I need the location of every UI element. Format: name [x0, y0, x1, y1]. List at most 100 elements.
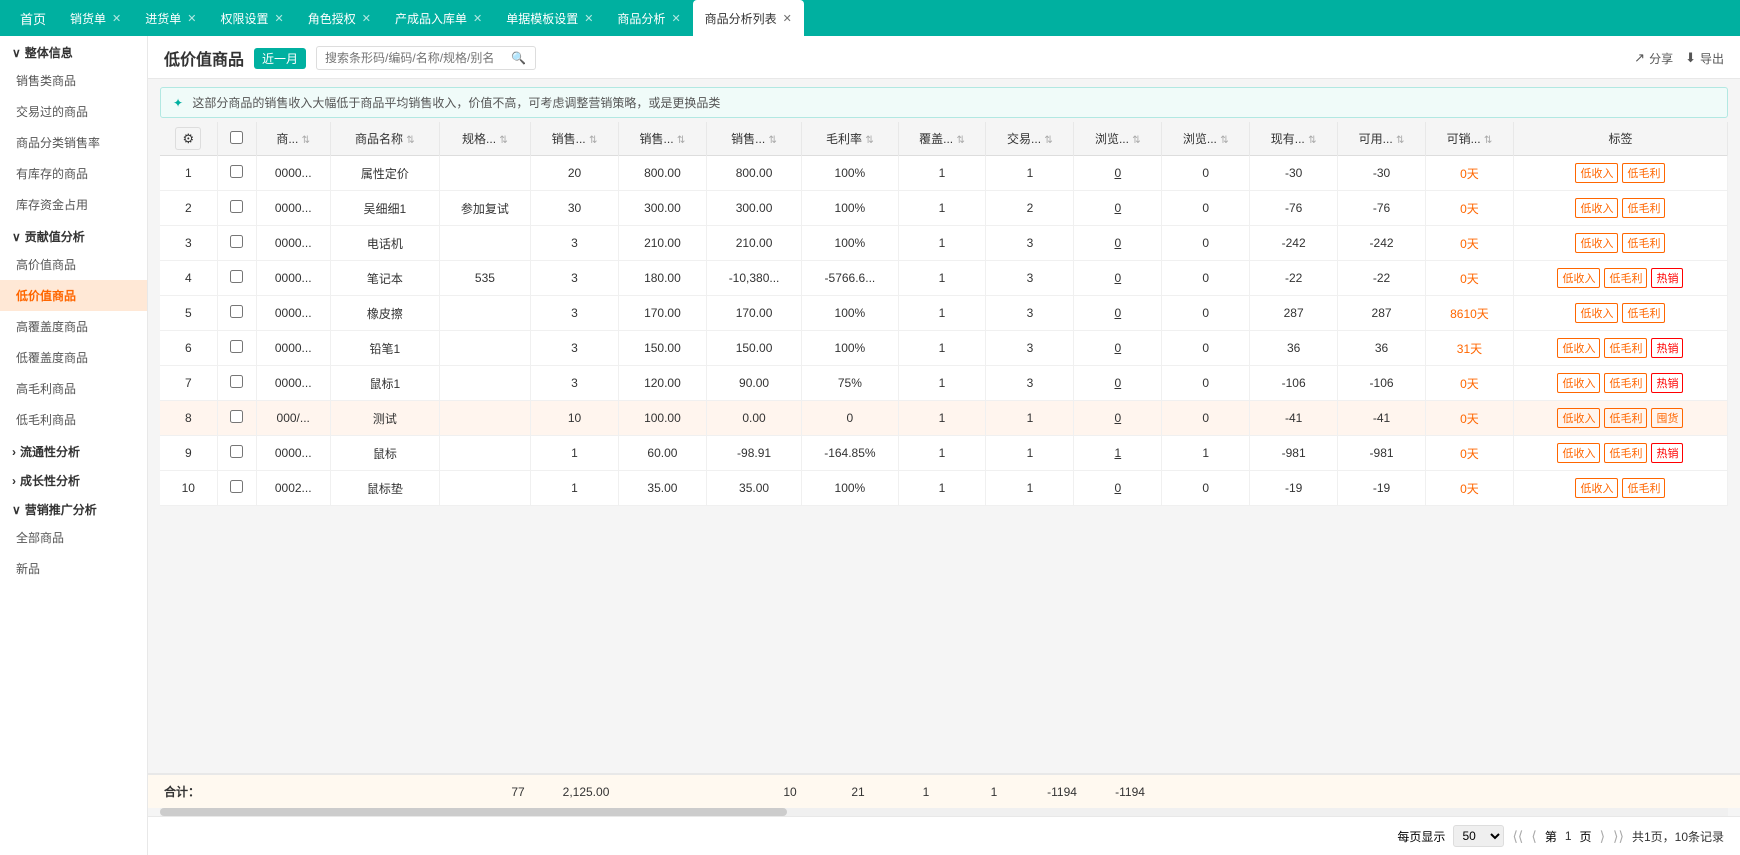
time-badge[interactable]: 近一月: [254, 48, 306, 69]
sidebar-item-traded-products[interactable]: 交易过的商品: [0, 96, 147, 127]
nav-product-analysis[interactable]: 商品分析 ✕: [605, 0, 692, 36]
cell-checkbox[interactable]: [217, 401, 256, 436]
search-icon[interactable]: 🔍: [511, 51, 526, 65]
col-sale-price[interactable]: 销售... ⇅: [618, 122, 706, 156]
close-product-analysis-list[interactable]: ✕: [783, 12, 792, 25]
col-browse2[interactable]: 浏览... ⇅: [1162, 122, 1250, 156]
col-sale-amount[interactable]: 销售... ⇅: [706, 122, 801, 156]
col-spec[interactable]: 规格... ⇅: [439, 122, 530, 156]
sidebar-item-high-coverage[interactable]: 高覆盖度商品: [0, 311, 147, 342]
col-saleable[interactable]: 可销... ⇅: [1426, 122, 1514, 156]
close-permission-settings[interactable]: ✕: [275, 12, 284, 25]
close-product-analysis[interactable]: ✕: [671, 12, 680, 25]
browse-link[interactable]: 1: [1114, 446, 1121, 460]
browse-link[interactable]: 0: [1114, 376, 1121, 390]
sidebar-group-overall[interactable]: ∨ 整体信息: [0, 36, 147, 65]
sidebar-item-low-coverage[interactable]: 低覆盖度商品: [0, 342, 147, 373]
nav-home[interactable]: 首页: [8, 0, 58, 36]
close-product-storage[interactable]: ✕: [473, 12, 482, 25]
horizontal-scrollbar[interactable]: [160, 808, 1728, 816]
row-checkbox[interactable]: [230, 235, 243, 248]
cell-checkbox[interactable]: [217, 191, 256, 226]
sidebar-group-marketing[interactable]: ∨ 营销推广分析: [0, 493, 147, 522]
cell-browse1[interactable]: 0: [1074, 331, 1162, 366]
gear-settings-icon[interactable]: ⚙: [175, 127, 201, 150]
row-checkbox[interactable]: [230, 165, 243, 178]
col-checkbox[interactable]: [217, 122, 256, 156]
row-checkbox[interactable]: [230, 340, 243, 353]
sidebar-group-growth[interactable]: › 成长性分析: [0, 464, 147, 493]
nav-product-analysis-list[interactable]: 商品分析列表 ✕: [693, 0, 804, 36]
browse-link[interactable]: 0: [1114, 306, 1121, 320]
col-transaction[interactable]: 交易... ⇅: [986, 122, 1074, 156]
nav-purchase-order[interactable]: 进货单 ✕: [133, 0, 208, 36]
browse-link[interactable]: 0: [1114, 236, 1121, 250]
cell-checkbox[interactable]: [217, 436, 256, 471]
row-checkbox[interactable]: [230, 480, 243, 493]
sidebar-item-stock-funds[interactable]: 库存资金占用: [0, 189, 147, 220]
cell-checkbox[interactable]: [217, 471, 256, 506]
sidebar-item-high-value[interactable]: 高价值商品: [0, 249, 147, 280]
col-coverage[interactable]: 覆盖... ⇅: [898, 122, 986, 156]
select-all-checkbox[interactable]: [230, 131, 243, 144]
nav-template-settings[interactable]: 单据模板设置 ✕: [494, 0, 605, 36]
browse-link[interactable]: 0: [1114, 481, 1121, 495]
next-page-button[interactable]: ⟩: [1600, 828, 1605, 845]
col-available[interactable]: 可用... ⇅: [1338, 122, 1426, 156]
col-current[interactable]: 现有... ⇅: [1250, 122, 1338, 156]
cell-browse1[interactable]: 0: [1074, 366, 1162, 401]
row-checkbox[interactable]: [230, 445, 243, 458]
sidebar-item-high-margin[interactable]: 高毛利商品: [0, 373, 147, 404]
cell-checkbox[interactable]: [217, 156, 256, 191]
cell-browse1[interactable]: 0: [1074, 156, 1162, 191]
browse-link[interactable]: 0: [1114, 201, 1121, 215]
last-page-button[interactable]: ⟩⟩: [1613, 828, 1624, 845]
cell-browse1[interactable]: 0: [1074, 191, 1162, 226]
sidebar-item-new-products[interactable]: 新品: [0, 553, 147, 584]
sidebar-item-low-value[interactable]: 低价值商品: [0, 280, 147, 311]
sidebar-item-category-sales-rate[interactable]: 商品分类销售率: [0, 127, 147, 158]
row-checkbox[interactable]: [230, 200, 243, 213]
first-page-button[interactable]: ⟨⟨: [1512, 828, 1523, 845]
sidebar-item-all-products[interactable]: 全部商品: [0, 522, 147, 553]
col-sale-qty[interactable]: 销售... ⇅: [531, 122, 619, 156]
browse-link[interactable]: 0: [1114, 166, 1121, 180]
col-name[interactable]: 商品名称 ⇅: [330, 122, 439, 156]
export-button[interactable]: ⬇ 导出: [1685, 50, 1724, 67]
close-template-settings[interactable]: ✕: [584, 12, 593, 25]
col-browse1[interactable]: 浏览... ⇅: [1074, 122, 1162, 156]
sidebar-item-sales-products[interactable]: 销售类商品: [0, 65, 147, 96]
cell-browse1[interactable]: 1: [1074, 436, 1162, 471]
row-checkbox[interactable]: [230, 375, 243, 388]
col-gross-margin[interactable]: 毛利率 ⇅: [802, 122, 898, 156]
sidebar-item-stocked-products[interactable]: 有库存的商品: [0, 158, 147, 189]
browse-link[interactable]: 0: [1114, 411, 1121, 425]
cell-browse1[interactable]: 0: [1074, 296, 1162, 331]
nav-role-auth[interactable]: 角色授权 ✕: [296, 0, 383, 36]
close-role-auth[interactable]: ✕: [362, 12, 371, 25]
row-checkbox[interactable]: [230, 305, 243, 318]
cell-checkbox[interactable]: [217, 331, 256, 366]
nav-product-storage[interactable]: 产成品入库单 ✕: [383, 0, 494, 36]
cell-browse1[interactable]: 0: [1074, 226, 1162, 261]
browse-link[interactable]: 0: [1114, 271, 1121, 285]
row-checkbox[interactable]: [230, 270, 243, 283]
cell-checkbox[interactable]: [217, 261, 256, 296]
cell-browse1[interactable]: 0: [1074, 401, 1162, 436]
col-gear[interactable]: ⚙: [160, 122, 217, 156]
sidebar-group-circulation[interactable]: › 流通性分析: [0, 435, 147, 464]
nav-permission-settings[interactable]: 权限设置 ✕: [208, 0, 295, 36]
row-checkbox[interactable]: [230, 410, 243, 423]
search-input[interactable]: [325, 51, 505, 65]
cell-browse1[interactable]: 0: [1074, 471, 1162, 506]
nav-sales-order[interactable]: 销货单 ✕: [58, 0, 133, 36]
close-purchase-order[interactable]: ✕: [187, 12, 196, 25]
col-code[interactable]: 商... ⇅: [256, 122, 330, 156]
cell-browse1[interactable]: 0: [1074, 261, 1162, 296]
sidebar-group-contribution[interactable]: ∨ 贡献值分析: [0, 220, 147, 249]
close-sales-order[interactable]: ✕: [112, 12, 121, 25]
browse-link[interactable]: 0: [1114, 341, 1121, 355]
share-button[interactable]: ↗ 分享: [1634, 50, 1673, 67]
per-page-select[interactable]: 50 20 100: [1453, 825, 1504, 847]
cell-checkbox[interactable]: [217, 366, 256, 401]
